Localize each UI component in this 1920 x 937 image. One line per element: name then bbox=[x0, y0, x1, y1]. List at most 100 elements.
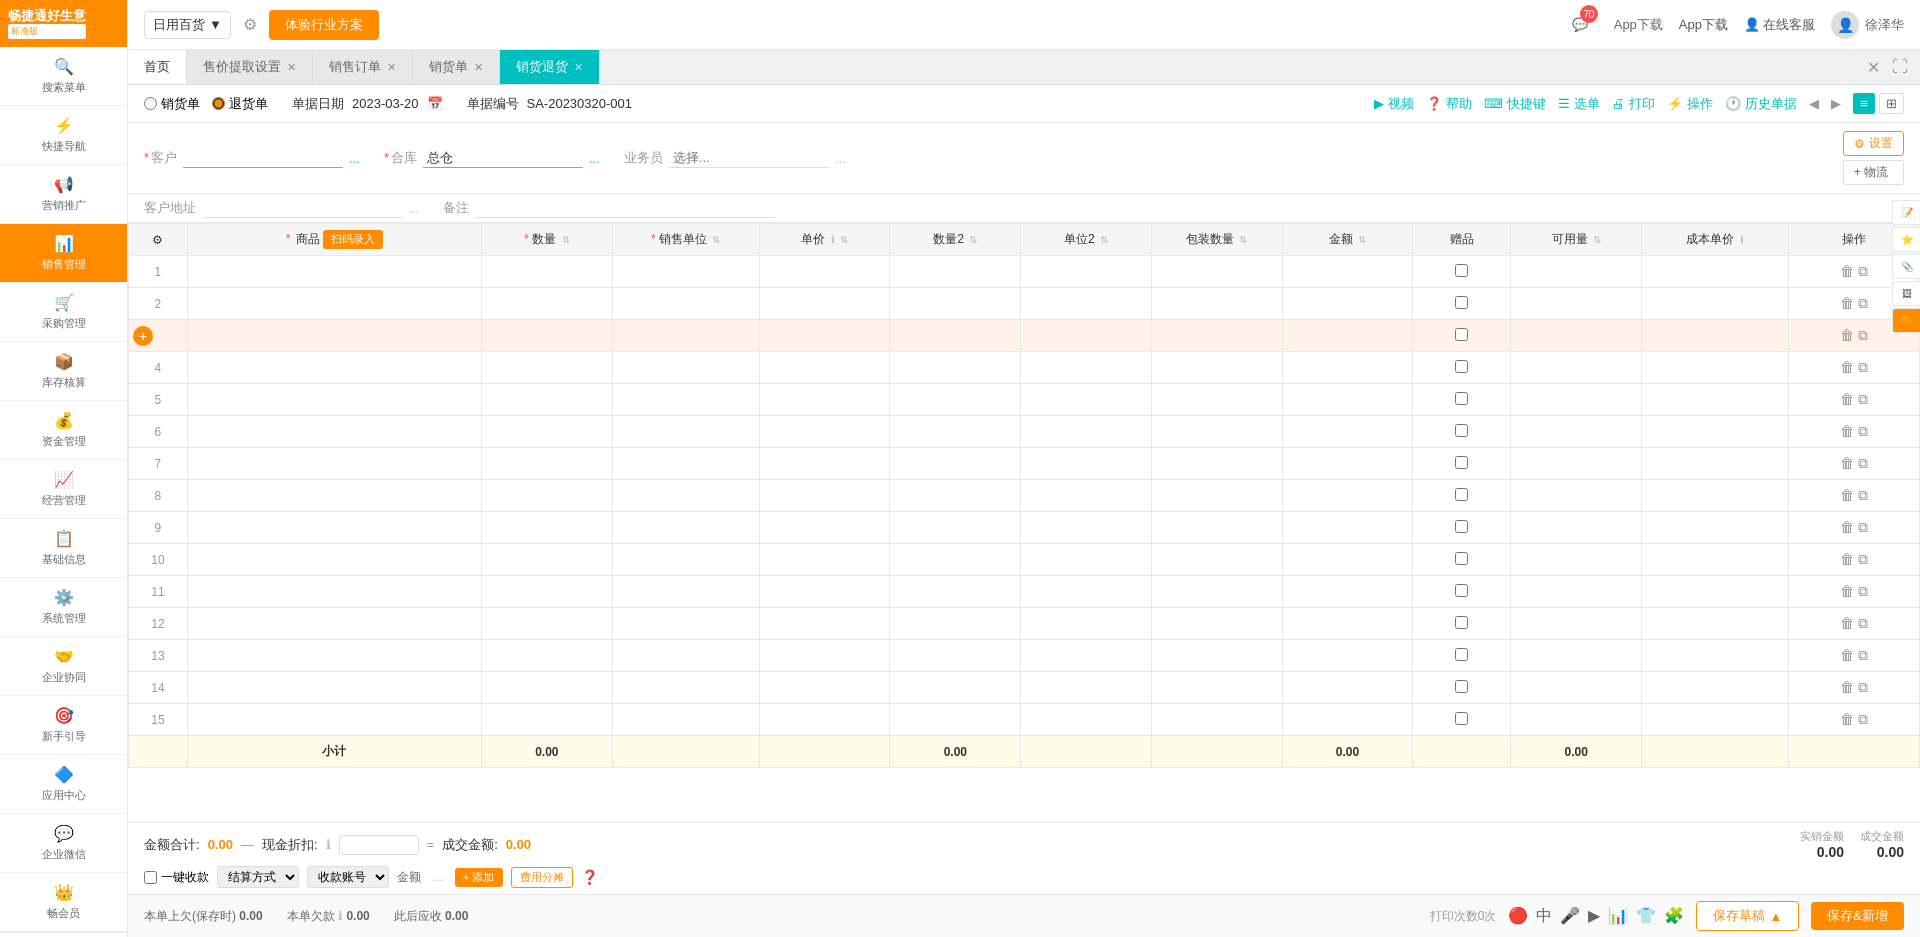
qty-sort-icon[interactable]: ⇅ bbox=[562, 234, 570, 245]
product-cell[interactable] bbox=[187, 384, 481, 416]
quantity2-cell[interactable] bbox=[890, 704, 1021, 736]
sidebar-item-marketing[interactable]: 📢 营销推广 bbox=[0, 165, 127, 224]
gift-checkbox[interactable] bbox=[1455, 264, 1468, 277]
warehouse-input[interactable] bbox=[423, 148, 583, 168]
pkgqty-cell[interactable] bbox=[1151, 576, 1282, 608]
quantity2-cell[interactable] bbox=[890, 480, 1021, 512]
sidebar-item-inventory[interactable]: 📦 库存核算 bbox=[0, 342, 127, 401]
price-cell[interactable] bbox=[759, 576, 890, 608]
unit-cell[interactable] bbox=[612, 512, 759, 544]
pkgqty-cell[interactable] bbox=[1151, 352, 1282, 384]
customer-input[interactable] bbox=[183, 148, 343, 168]
delete-row-btn[interactable]: 🗑 bbox=[1838, 709, 1856, 729]
amount-cell[interactable] bbox=[1282, 672, 1413, 704]
copy-row-btn[interactable]: ⧉ bbox=[1856, 261, 1870, 282]
pkgqty-cell[interactable] bbox=[1151, 384, 1282, 416]
pkg-sort-icon[interactable]: ⇅ bbox=[1239, 234, 1247, 245]
copy-row-btn[interactable]: ⧉ bbox=[1856, 581, 1870, 602]
sidebar-item-newbie[interactable]: 🎯 新手引导 bbox=[0, 696, 127, 755]
one-click-checkbox[interactable] bbox=[144, 871, 157, 884]
cost-price-cell[interactable] bbox=[1642, 352, 1789, 384]
price-cell[interactable] bbox=[759, 384, 890, 416]
delete-row-btn[interactable]: 🗑 bbox=[1838, 549, 1856, 569]
product-cell[interactable] bbox=[187, 640, 481, 672]
product-cell[interactable] bbox=[187, 672, 481, 704]
pkgqty-cell[interactable] bbox=[1151, 608, 1282, 640]
price-cell[interactable] bbox=[759, 704, 890, 736]
message-group[interactable]: 💬 70 bbox=[1572, 17, 1598, 32]
gift-checkbox[interactable] bbox=[1455, 648, 1468, 661]
cost-price-cell[interactable] bbox=[1642, 480, 1789, 512]
gift-checkbox[interactable] bbox=[1455, 680, 1468, 693]
quantity-cell[interactable] bbox=[481, 480, 612, 512]
price-cell[interactable] bbox=[759, 288, 890, 320]
calendar-icon[interactable]: 📅 bbox=[427, 96, 443, 111]
quantity-cell[interactable] bbox=[481, 704, 612, 736]
delete-row-btn[interactable]: 🗑 bbox=[1838, 293, 1856, 313]
amount-cell[interactable] bbox=[1282, 352, 1413, 384]
settings-btn[interactable]: ⚙ 设置 bbox=[1843, 131, 1904, 156]
fee-info-icon[interactable]: ❓ bbox=[581, 869, 598, 885]
table-gear-icon[interactable]: ⚙ bbox=[152, 233, 163, 247]
product-cell[interactable] bbox=[187, 704, 481, 736]
rt-star-btn[interactable]: ⭐ bbox=[1892, 227, 1920, 252]
price-cell[interactable] bbox=[759, 640, 890, 672]
cost-info-icon[interactable]: ℹ bbox=[1740, 234, 1744, 245]
gift-checkbox[interactable] bbox=[1455, 360, 1468, 373]
pkgqty-cell[interactable] bbox=[1151, 480, 1282, 512]
product-cell[interactable] bbox=[187, 352, 481, 384]
amount-cell[interactable] bbox=[1282, 544, 1413, 576]
tab-sales-order[interactable]: 销售订单 ✕ bbox=[313, 50, 413, 84]
radio-delivery-input[interactable] bbox=[144, 97, 157, 110]
radio-return[interactable]: 退货单 bbox=[212, 95, 268, 113]
address-select-btn[interactable]: ... bbox=[408, 201, 419, 216]
available-cell[interactable] bbox=[1511, 640, 1642, 672]
help-btn[interactable]: ❓ 帮助 bbox=[1426, 95, 1472, 113]
unit2-cell[interactable] bbox=[1021, 352, 1152, 384]
topbar-gear-icon[interactable]: ⚙ bbox=[243, 15, 257, 34]
copy-row-btn[interactable]: ⧉ bbox=[1856, 421, 1870, 442]
add-row-btn[interactable]: + bbox=[133, 326, 153, 346]
print-btn[interactable]: 🖨 打印 bbox=[1612, 95, 1655, 113]
app-download-text[interactable]: App下载 bbox=[1679, 16, 1728, 34]
unit2-cell[interactable] bbox=[1021, 416, 1152, 448]
quantity-cell[interactable] bbox=[481, 352, 612, 384]
unit-cell[interactable] bbox=[612, 384, 759, 416]
one-click-payment[interactable]: 一键收款 bbox=[144, 869, 209, 886]
quantity2-cell[interactable] bbox=[890, 416, 1021, 448]
sidebar-item-purchase[interactable]: 🛒 采购管理 bbox=[0, 283, 127, 342]
quantity2-cell[interactable] bbox=[890, 544, 1021, 576]
available-cell[interactable] bbox=[1511, 448, 1642, 480]
amount-cell[interactable] bbox=[1282, 256, 1413, 288]
amount-cell[interactable] bbox=[1282, 384, 1413, 416]
unit2-cell[interactable] bbox=[1021, 576, 1152, 608]
prev-record-btn[interactable]: ◀ bbox=[1809, 96, 1819, 111]
rt-note-btn[interactable]: 📝 bbox=[1892, 200, 1920, 225]
product-cell[interactable] bbox=[187, 544, 481, 576]
save-new-btn[interactable]: 保存&新增 bbox=[1811, 902, 1904, 930]
copy-row-btn[interactable]: ⧉ bbox=[1856, 357, 1870, 378]
gift-checkbox[interactable] bbox=[1455, 616, 1468, 629]
delete-row-btn[interactable]: 🗑 bbox=[1838, 485, 1856, 505]
remark-input[interactable] bbox=[475, 198, 775, 218]
product-input[interactable] bbox=[192, 328, 477, 343]
quantity2-cell[interactable] bbox=[890, 256, 1021, 288]
available-cell[interactable] bbox=[1511, 256, 1642, 288]
gift-checkbox[interactable] bbox=[1455, 296, 1468, 309]
copy-row-btn[interactable]: ⧉ bbox=[1856, 613, 1870, 634]
quantity-cell[interactable] bbox=[481, 256, 612, 288]
amount-sort-icon[interactable]: ⇅ bbox=[1358, 234, 1366, 245]
staff-input[interactable] bbox=[669, 148, 829, 168]
maximize-icon[interactable]: ⛶ bbox=[1888, 58, 1912, 77]
unit-sort-icon[interactable]: ⇅ bbox=[712, 234, 720, 245]
gift-checkbox[interactable] bbox=[1455, 424, 1468, 437]
cost-price-cell[interactable] bbox=[1642, 672, 1789, 704]
quantity-cell[interactable] bbox=[481, 384, 612, 416]
delete-row-btn[interactable]: 🗑 bbox=[1838, 357, 1856, 377]
unit-cell[interactable] bbox=[612, 672, 759, 704]
address-input[interactable] bbox=[202, 198, 402, 218]
gift-checkbox[interactable] bbox=[1455, 456, 1468, 469]
fee-split-btn[interactable]: 费用分摊 bbox=[511, 867, 573, 888]
industry-select[interactable]: 日用百货 ▼ bbox=[144, 11, 231, 39]
quantity-cell[interactable] bbox=[481, 512, 612, 544]
